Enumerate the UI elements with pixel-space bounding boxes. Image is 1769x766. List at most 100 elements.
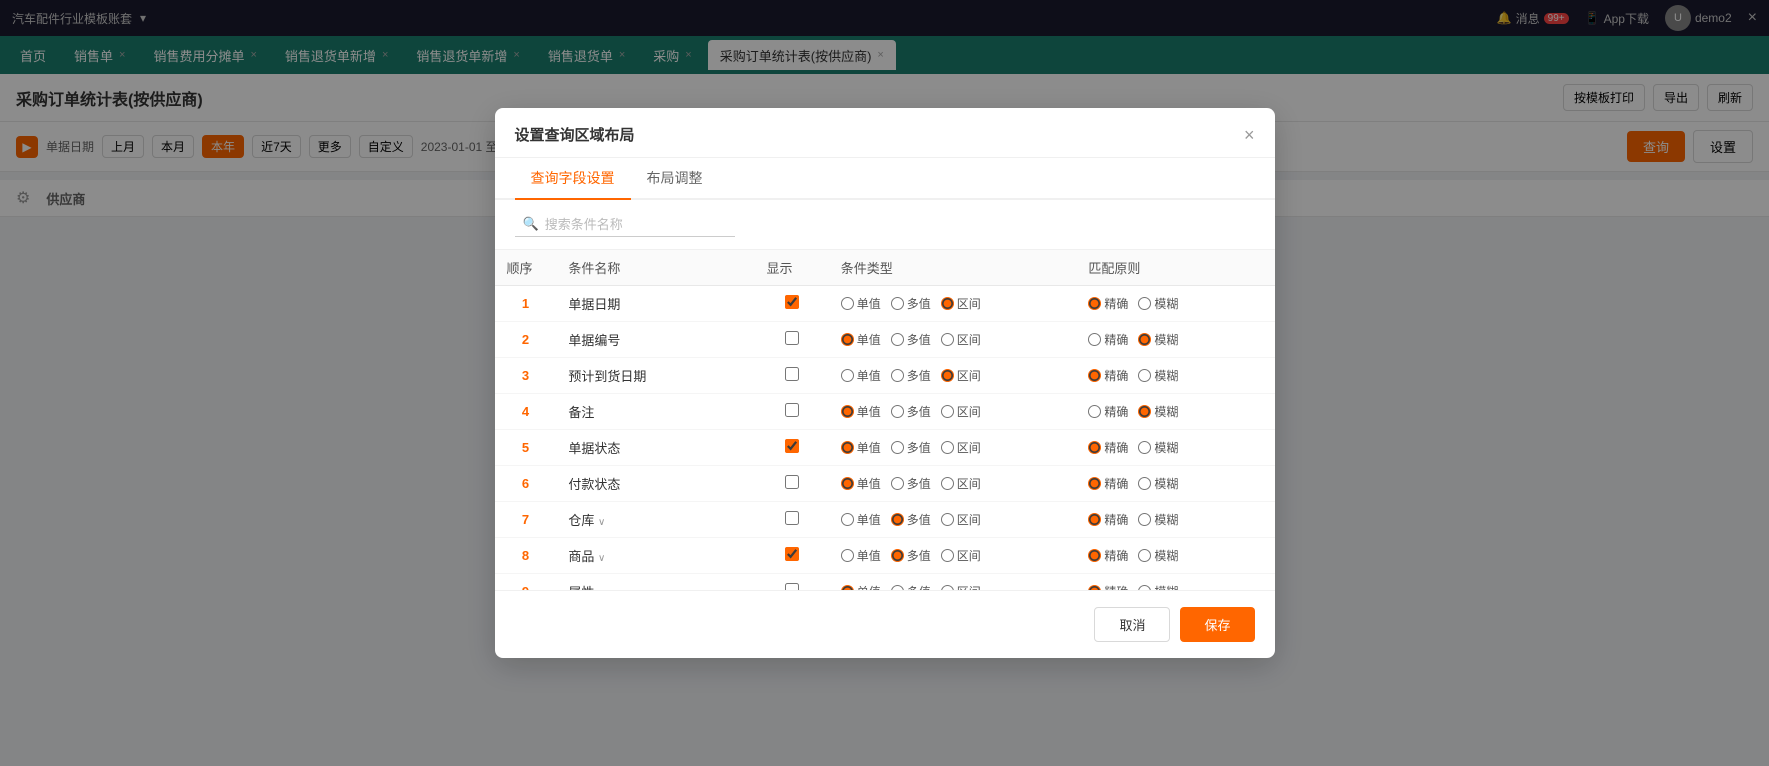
type-radio[interactable]	[841, 549, 854, 562]
match-radio-item[interactable]: 模糊	[1138, 403, 1178, 420]
type-radio-item[interactable]: 多值	[891, 547, 931, 564]
match-radio[interactable]	[1088, 297, 1101, 310]
type-radio-item[interactable]: 多值	[891, 439, 931, 456]
type-radio-item[interactable]: 多值	[891, 475, 931, 492]
search-input[interactable]	[545, 217, 725, 232]
display-checkbox[interactable]	[785, 331, 799, 345]
match-radio[interactable]	[1138, 441, 1151, 454]
type-radio[interactable]	[891, 297, 904, 310]
match-radio-item[interactable]: 精确	[1088, 331, 1128, 348]
type-radio[interactable]	[941, 297, 954, 310]
type-radio[interactable]	[841, 441, 854, 454]
match-radio[interactable]	[1138, 369, 1151, 382]
type-radio-item[interactable]: 单值	[841, 583, 881, 590]
match-radio[interactable]	[1138, 333, 1151, 346]
cancel-button[interactable]: 取消	[1094, 607, 1170, 642]
type-radio-item[interactable]: 单值	[841, 475, 881, 492]
type-radio[interactable]	[841, 513, 854, 526]
display-checkbox[interactable]	[785, 295, 799, 309]
display-checkbox[interactable]	[785, 367, 799, 381]
match-radio[interactable]	[1138, 477, 1151, 490]
match-radio-item[interactable]: 模糊	[1138, 439, 1178, 456]
type-radio-item[interactable]: 区间	[941, 511, 981, 528]
match-radio[interactable]	[1088, 333, 1101, 346]
display-checkbox[interactable]	[785, 475, 799, 489]
type-radio-item[interactable]: 区间	[941, 367, 981, 384]
match-radio-item[interactable]: 模糊	[1138, 331, 1178, 348]
type-radio[interactable]	[841, 477, 854, 490]
match-radio-item[interactable]: 模糊	[1138, 511, 1178, 528]
type-radio-item[interactable]: 单值	[841, 439, 881, 456]
match-radio-item[interactable]: 精确	[1088, 295, 1128, 312]
type-radio[interactable]	[891, 441, 904, 454]
match-radio[interactable]	[1138, 297, 1151, 310]
match-radio-item[interactable]: 精确	[1088, 475, 1128, 492]
match-radio[interactable]	[1088, 441, 1101, 454]
match-radio[interactable]	[1138, 513, 1151, 526]
type-radio[interactable]	[941, 405, 954, 418]
match-radio-item[interactable]: 模糊	[1138, 583, 1178, 590]
type-radio-item[interactable]: 多值	[891, 295, 931, 312]
match-radio-item[interactable]: 模糊	[1138, 547, 1178, 564]
dialog-close-button[interactable]: ×	[1244, 126, 1255, 144]
tab-query-fields[interactable]: 查询字段设置	[515, 158, 631, 200]
type-radio-item[interactable]: 多值	[891, 367, 931, 384]
type-radio-item[interactable]: 区间	[941, 403, 981, 420]
type-radio-item[interactable]: 多值	[891, 331, 931, 348]
type-radio-item[interactable]: 单值	[841, 367, 881, 384]
type-radio-item[interactable]: 区间	[941, 439, 981, 456]
type-radio[interactable]	[941, 549, 954, 562]
match-radio[interactable]	[1088, 369, 1101, 382]
type-radio[interactable]	[891, 369, 904, 382]
display-checkbox[interactable]	[785, 583, 799, 590]
type-radio[interactable]	[891, 513, 904, 526]
match-radio-item[interactable]: 模糊	[1138, 475, 1178, 492]
match-radio-item[interactable]: 模糊	[1138, 295, 1178, 312]
match-radio[interactable]	[1088, 477, 1101, 490]
type-radio[interactable]	[891, 333, 904, 346]
match-radio-item[interactable]: 模糊	[1138, 367, 1178, 384]
match-radio-item[interactable]: 精确	[1088, 583, 1128, 590]
type-radio[interactable]	[841, 333, 854, 346]
type-radio-item[interactable]: 多值	[891, 511, 931, 528]
type-radio[interactable]	[841, 369, 854, 382]
type-radio-item[interactable]: 单值	[841, 295, 881, 312]
match-radio[interactable]	[1138, 549, 1151, 562]
type-radio[interactable]	[841, 405, 854, 418]
type-radio-item[interactable]: 单值	[841, 331, 881, 348]
save-button[interactable]: 保存	[1180, 607, 1254, 642]
type-radio[interactable]	[941, 369, 954, 382]
type-radio[interactable]	[841, 297, 854, 310]
type-radio-item[interactable]: 多值	[891, 583, 931, 590]
display-checkbox[interactable]	[785, 403, 799, 417]
type-radio-item[interactable]: 区间	[941, 547, 981, 564]
match-radio-item[interactable]: 精确	[1088, 547, 1128, 564]
type-radio-item[interactable]: 区间	[941, 331, 981, 348]
match-radio[interactable]	[1138, 405, 1151, 418]
match-radio-item[interactable]: 精确	[1088, 403, 1128, 420]
type-radio[interactable]	[941, 513, 954, 526]
type-radio-item[interactable]: 单值	[841, 403, 881, 420]
type-radio-item[interactable]: 单值	[841, 511, 881, 528]
type-radio-item[interactable]: 单值	[841, 547, 881, 564]
type-radio[interactable]	[941, 441, 954, 454]
match-radio-item[interactable]: 精确	[1088, 367, 1128, 384]
type-radio[interactable]	[941, 333, 954, 346]
type-radio-item[interactable]: 多值	[891, 403, 931, 420]
tab-layout[interactable]: 布局调整	[631, 158, 719, 200]
type-radio-item[interactable]: 区间	[941, 475, 981, 492]
display-checkbox[interactable]	[785, 439, 799, 453]
type-radio[interactable]	[891, 477, 904, 490]
type-radio[interactable]	[891, 405, 904, 418]
type-radio-item[interactable]: 区间	[941, 295, 981, 312]
type-radio[interactable]	[941, 477, 954, 490]
match-radio-item[interactable]: 精确	[1088, 439, 1128, 456]
display-checkbox[interactable]	[785, 547, 799, 561]
display-checkbox[interactable]	[785, 511, 799, 525]
match-radio-item[interactable]: 精确	[1088, 511, 1128, 528]
type-radio-item[interactable]: 区间	[941, 583, 981, 590]
type-radio[interactable]	[891, 549, 904, 562]
match-radio[interactable]	[1088, 405, 1101, 418]
match-radio[interactable]	[1088, 549, 1101, 562]
match-radio[interactable]	[1088, 513, 1101, 526]
